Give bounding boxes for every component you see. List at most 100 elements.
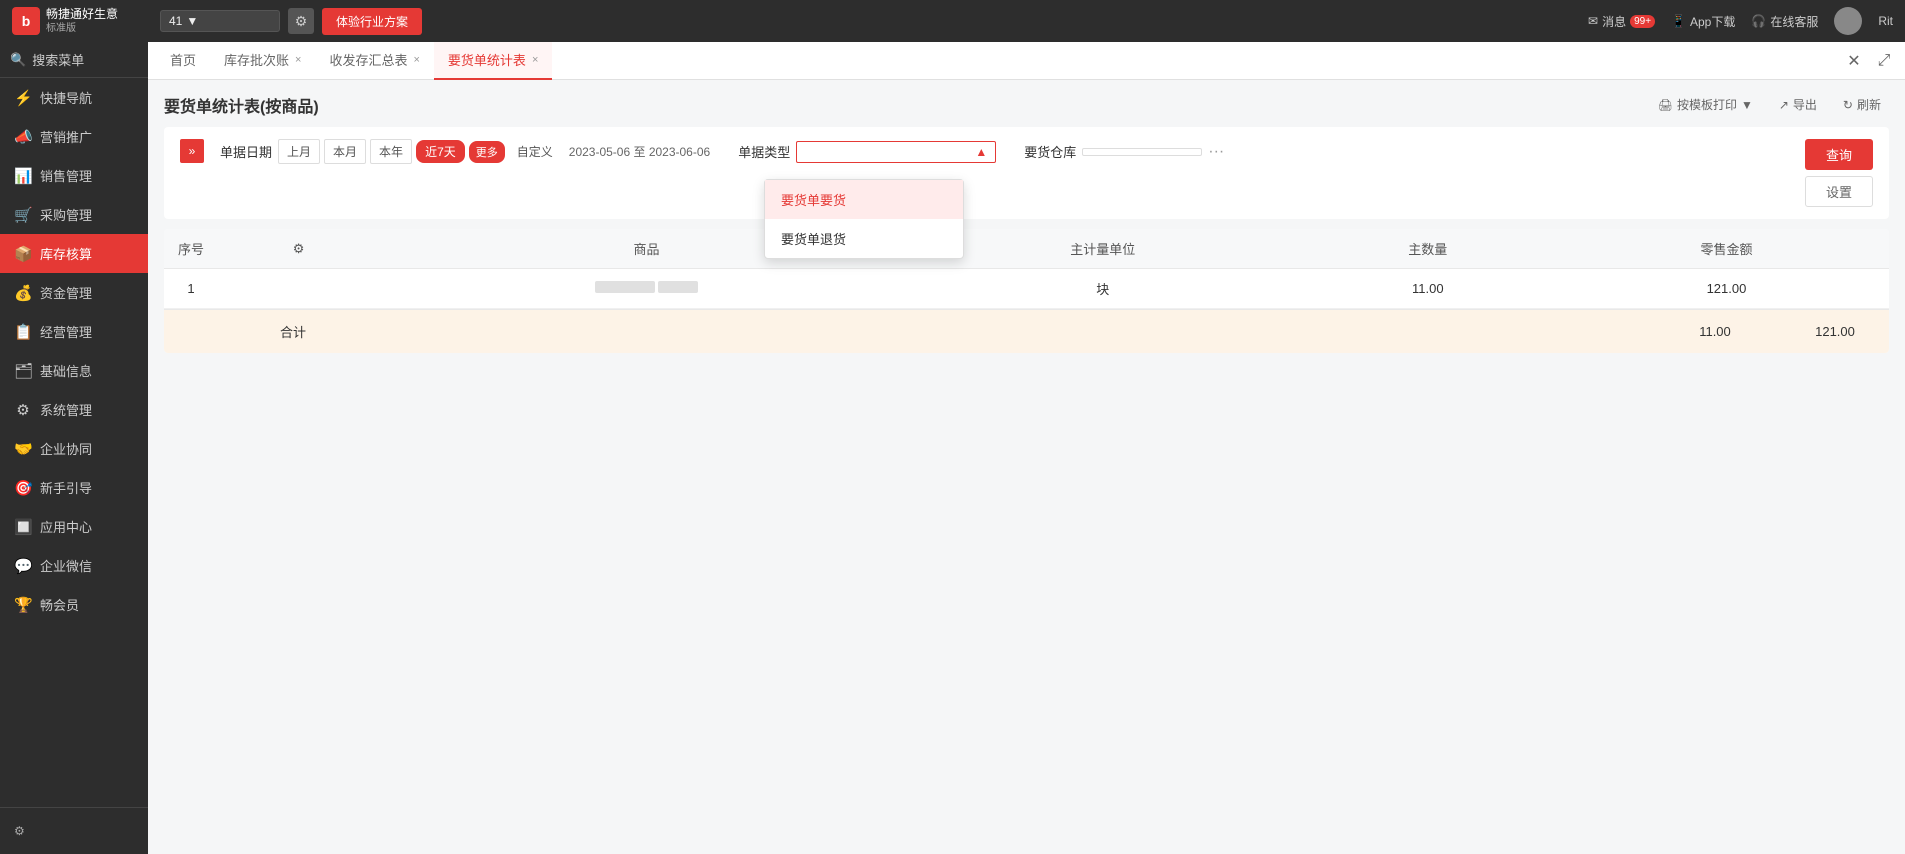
sidebar-item-label: 企业微信 [40,556,92,575]
sidebar-item-guide[interactable]: 🎯 新手引导 [0,468,148,507]
print-dropdown-icon: ▼ [1741,98,1753,112]
tab-bar-actions: ✕ ⤢ [1841,48,1897,74]
app-download-button[interactable]: 📱 App下载 [1671,13,1735,30]
tab-inventory-batch[interactable]: 库存批次账 × [210,42,315,80]
tab-home[interactable]: 首页 [156,42,210,80]
sidebar-item-finance[interactable]: 💰 资金管理 [0,273,148,312]
print-label: 按模板打印 [1677,96,1737,113]
table-footer: 合计 11.00 121.00 [164,309,1889,353]
data-table: 序号 ⚙ 商品 主计量单位 主数量 零售金额 1 [164,229,1889,309]
sidebar-item-operations[interactable]: 📋 经营管理 [0,312,148,351]
header-right: ✉ 消息 99+ 📱 App下载 🎧 在线客服 Rit [1588,7,1893,35]
online-service-button[interactable]: 🎧 在线客服 [1751,13,1818,30]
quick-nav-icon: ⚡ [14,89,32,107]
col-settings[interactable]: ⚙ [218,229,379,269]
app-download-label: App下载 [1690,13,1735,30]
tab-expand-button[interactable]: ⤢ [1871,48,1897,74]
logo-icon: b [12,7,40,35]
top-header: b 畅捷通好生意 标准版 41 ▼ ⚙ 体验行业方案 ✉ 消息 99+ 📱 Ap… [0,0,1905,42]
purchase-icon: 🛒 [14,206,32,224]
sidebar-search[interactable]: 🔍 搜索菜单 [0,42,148,78]
col-unit: 主计量单位 [914,229,1292,269]
query-button[interactable]: 查询 [1805,139,1873,170]
tab-order-stats-close[interactable]: × [532,54,538,66]
company-selector[interactable]: 41 ▼ [160,10,280,32]
cell-unit: 块 [914,269,1292,309]
warehouse-input[interactable] [1082,148,1202,156]
date-label: 单据日期 [220,142,272,161]
more-dates-button[interactable]: 更多 [469,141,505,163]
recent-7days-button[interactable]: 近7天 [416,140,465,163]
tab-recv-summary-close[interactable]: × [413,54,419,66]
tab-inventory-batch-label: 库存批次账 [224,50,289,69]
sidebar-bottom: ⚙ [0,807,148,854]
sidebar-item-basics[interactable]: 🗂 基础信息 [0,351,148,390]
this-month-button[interactable]: 本月 [324,139,366,164]
logo-area: b 畅捷通好生意 标准版 [12,7,160,36]
dropdown-item-order-return[interactable]: 要货单退货 [765,219,963,258]
app-name: 畅捷通好生意 [46,7,118,23]
message-badge: 99+ [1630,15,1655,28]
tab-recv-summary[interactable]: 收发存汇总表 × [315,42,433,80]
tab-order-stats[interactable]: 要货单统计表 × [434,42,552,80]
type-label: 单据类型 [738,142,790,161]
tab-inventory-batch-close[interactable]: × [295,54,301,66]
sidebar-item-label: 基础信息 [40,361,92,380]
last-month-button[interactable]: 上月 [278,139,320,164]
sidebar-item-label: 经营管理 [40,322,92,341]
date-shortcuts: 上月 本月 本年 近7天 更多 自定义 [278,139,561,164]
system-icon: ⚙ [14,401,32,419]
type-dropdown[interactable]: ▲ [796,141,996,163]
sidebar-item-sales[interactable]: 📊 销售管理 [0,156,148,195]
more-options-icon[interactable]: ··· [1208,143,1224,161]
export-label: 导出 [1793,96,1817,113]
sidebar-item-inventory[interactable]: 📦 库存核算 [0,234,148,273]
sidebar-item-enterprise[interactable]: 🤝 企业协同 [0,429,148,468]
print-button[interactable]: 🖨 按模板打印 ▼ [1650,92,1761,117]
sidebar-item-system[interactable]: ⚙ 系统管理 [0,390,148,429]
this-year-button[interactable]: 本年 [370,139,412,164]
col-quantity: 主数量 [1292,229,1564,269]
filter-settings-button[interactable]: 设置 [1805,176,1873,207]
sidebar-item-marketing[interactable]: 📣 营销推广 [0,117,148,156]
dropdown-arrow-icon: ▼ [186,14,198,28]
search-icon: 🔍 [10,52,26,68]
sidebar: 🔍 搜索菜单 ⚡ 快捷导航 📣 营销推广 📊 销售管理 🛒 采购管理 📦 库存核… [0,42,148,854]
dropdown-item-order-goods[interactable]: 要货单要货 [765,180,963,219]
tab-home-label: 首页 [170,50,196,69]
sales-icon: 📊 [14,167,32,185]
chevron-up-icon: ▲ [975,145,987,159]
refresh-button[interactable]: ↻ 刷新 [1835,92,1889,117]
sidebar-item-quick-nav[interactable]: ⚡ 快捷导航 [0,78,148,117]
product-placeholder [595,281,655,293]
filter-toggle-button[interactable]: » [180,139,204,163]
sidebar-settings-button[interactable]: ⚙ [0,816,148,846]
sidebar-item-app-center[interactable]: 🔲 应用中心 [0,507,148,546]
date-range-display: 2023-05-06 至 2023-06-06 [569,143,710,160]
settings-icon: ⚙ [14,824,25,838]
custom-date-button[interactable]: 自定义 [509,140,561,163]
sidebar-item-label: 系统管理 [40,400,92,419]
sidebar-item-purchase[interactable]: 🛒 采购管理 [0,195,148,234]
enterprise-icon: 🤝 [14,440,32,458]
export-button[interactable]: ↗ 导出 [1771,92,1825,117]
type-dropdown-menu: 要货单要货 要货单退货 [764,179,964,259]
operations-icon: 📋 [14,323,32,341]
tab-close-all-button[interactable]: ✕ [1841,48,1867,74]
basics-icon: 🗂 [14,362,32,380]
logo-text: 畅捷通好生意 标准版 [46,7,118,36]
message-button[interactable]: ✉ 消息 99+ [1588,13,1655,30]
table-container: 序号 ⚙ 商品 主计量单位 主数量 零售金额 1 [164,229,1889,353]
message-label: 消息 [1602,13,1626,30]
content-area: 首页 库存批次账 × 收发存汇总表 × 要货单统计表 × ✕ ⤢ 要 [148,42,1905,854]
app-center-icon: 🔲 [14,518,32,536]
tab-recv-summary-label: 收发存汇总表 [329,50,407,69]
warehouse-filter-group: 要货仓库 ··· [1024,142,1224,161]
sidebar-item-wechat[interactable]: 💬 企业微信 [0,546,148,585]
trial-button[interactable]: 体验行业方案 [322,8,422,35]
wechat-icon: 💬 [14,557,32,575]
settings-gear-button[interactable]: ⚙ [288,8,314,34]
sidebar-item-member[interactable]: 🏆 畅会员 [0,585,148,624]
cell-product [379,269,914,309]
table-row: 1 块 11.00 121.00 [164,269,1889,309]
